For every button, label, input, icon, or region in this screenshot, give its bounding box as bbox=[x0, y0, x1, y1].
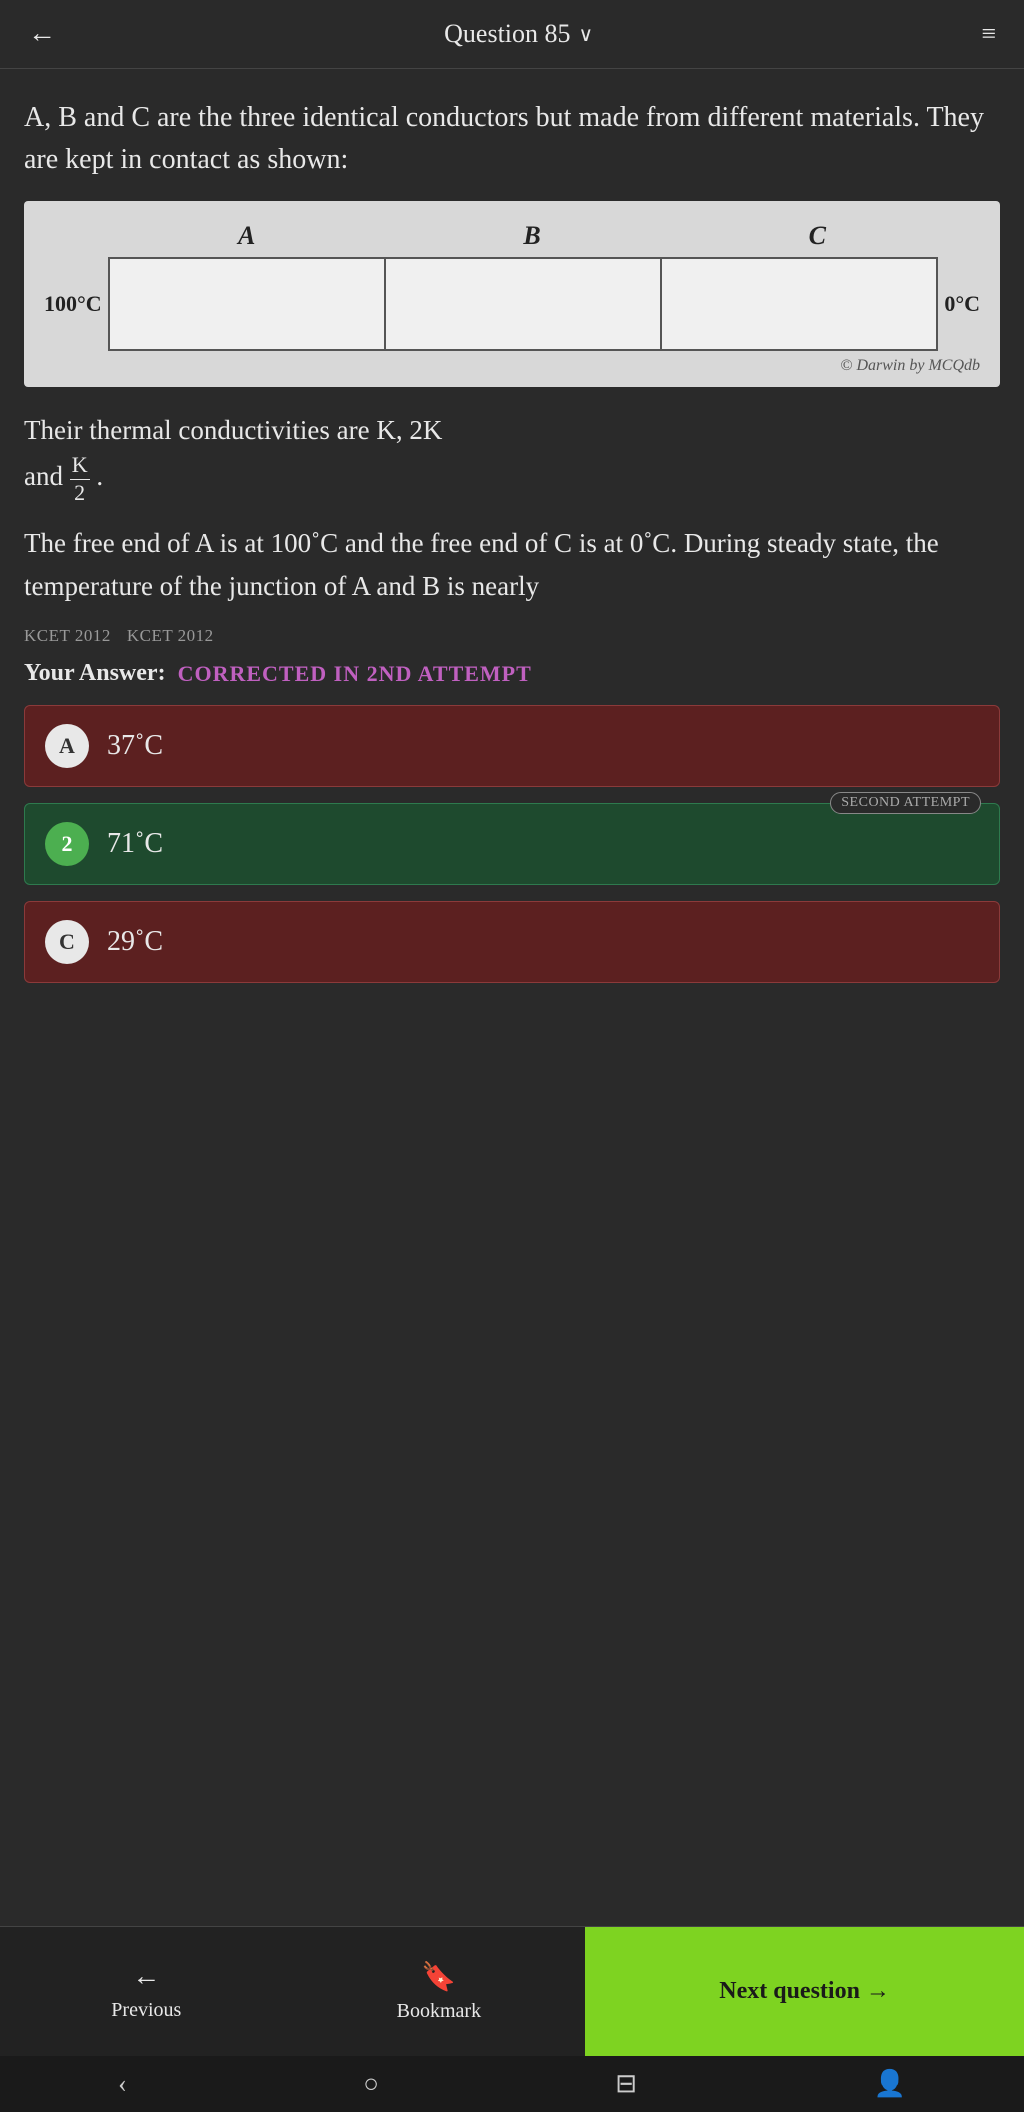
your-answer-row: Your Answer: CORRECTED IN 2ND ATTEMPT bbox=[24, 660, 1000, 687]
bookmark-icon: 🔖 bbox=[421, 1960, 456, 1994]
option-2-badge: 2 bbox=[45, 822, 89, 866]
next-question-label: Next question → bbox=[719, 1978, 890, 2005]
next-question-button[interactable]: Next question → bbox=[585, 1927, 1024, 2056]
content-area: A, B and C are the three identical condu… bbox=[0, 69, 1024, 1179]
bookmark-label: Bookmark bbox=[397, 2000, 481, 2023]
option-a-badge: A bbox=[45, 724, 89, 768]
question-text: A, B and C are the three identical condu… bbox=[24, 97, 1000, 181]
system-back-icon[interactable]: ‹ bbox=[118, 2069, 127, 2099]
tag-0: KCET 2012 bbox=[24, 626, 111, 646]
tag-1: KCET 2012 bbox=[127, 626, 214, 646]
option-2[interactable]: SECOND ATTEMPT 2 71˚C bbox=[24, 803, 1000, 885]
system-person-icon[interactable]: 👤 bbox=[873, 2069, 905, 2099]
diagram-cell-c bbox=[662, 259, 936, 349]
option-a[interactable]: A 37˚C bbox=[24, 705, 1000, 787]
diagram-cell-a bbox=[110, 259, 386, 349]
diagram-label-c: C bbox=[675, 221, 960, 251]
system-bar: ‹ ○ ⊟ 👤 bbox=[0, 2056, 1024, 2112]
diagram-temp-left: 100°C bbox=[44, 291, 102, 317]
header: ← Question 85 ∨ ≡ bbox=[0, 0, 1024, 69]
diagram-label-a: A bbox=[104, 221, 389, 251]
extra-text-conductivities: Their thermal conductivities are K, 2K a… bbox=[24, 409, 1000, 506]
question-body-text: The free end of A is at 100˚C and the fr… bbox=[24, 522, 1000, 608]
diagram-column-labels: A B C bbox=[104, 221, 960, 251]
diagram-label-b: B bbox=[389, 221, 674, 251]
menu-icon[interactable]: ≡ bbox=[981, 19, 996, 49]
tags-row: KCET 2012 KCET 2012 bbox=[24, 626, 1000, 646]
diagram-copyright: © Darwin by MCQdb bbox=[44, 357, 980, 375]
diagram-cell-b bbox=[386, 259, 662, 349]
previous-button[interactable]: ← Previous bbox=[0, 1927, 293, 2056]
system-menu-icon[interactable]: ⊟ bbox=[615, 2069, 637, 2099]
previous-label: Previous bbox=[111, 1999, 181, 2022]
diagram-grid-row: 100°C 0°C bbox=[44, 257, 980, 351]
option-2-text: 71˚C bbox=[107, 828, 163, 860]
diagram-temp-right: 0°C bbox=[944, 291, 980, 317]
bottom-navigation: ← Previous 🔖 Bookmark Next question → bbox=[0, 1926, 1024, 2056]
fraction-k-over-2: K 2 bbox=[70, 452, 90, 506]
chevron-down-icon: ∨ bbox=[579, 22, 594, 47]
option-c-badge: C bbox=[45, 920, 89, 964]
back-button[interactable]: ← bbox=[28, 18, 56, 50]
header-title[interactable]: Question 85 ∨ bbox=[444, 19, 593, 49]
second-attempt-badge: SECOND ATTEMPT bbox=[830, 792, 981, 814]
diagram: A B C 100°C 0°C © Darwin by MCQdb bbox=[24, 201, 1000, 387]
option-c[interactable]: C 29˚C bbox=[24, 901, 1000, 983]
question-title-text: Question 85 bbox=[444, 19, 570, 49]
option-c-text: 29˚C bbox=[107, 926, 163, 958]
system-home-icon[interactable]: ○ bbox=[363, 2069, 379, 2099]
your-answer-label: Your Answer: bbox=[24, 660, 166, 687]
bookmark-button[interactable]: 🔖 Bookmark bbox=[293, 1927, 586, 2056]
back-icon: ← bbox=[132, 1961, 160, 1993]
diagram-cells bbox=[108, 257, 939, 351]
your-answer-value: CORRECTED IN 2ND ATTEMPT bbox=[178, 661, 532, 687]
option-a-text: 37˚C bbox=[107, 730, 163, 762]
